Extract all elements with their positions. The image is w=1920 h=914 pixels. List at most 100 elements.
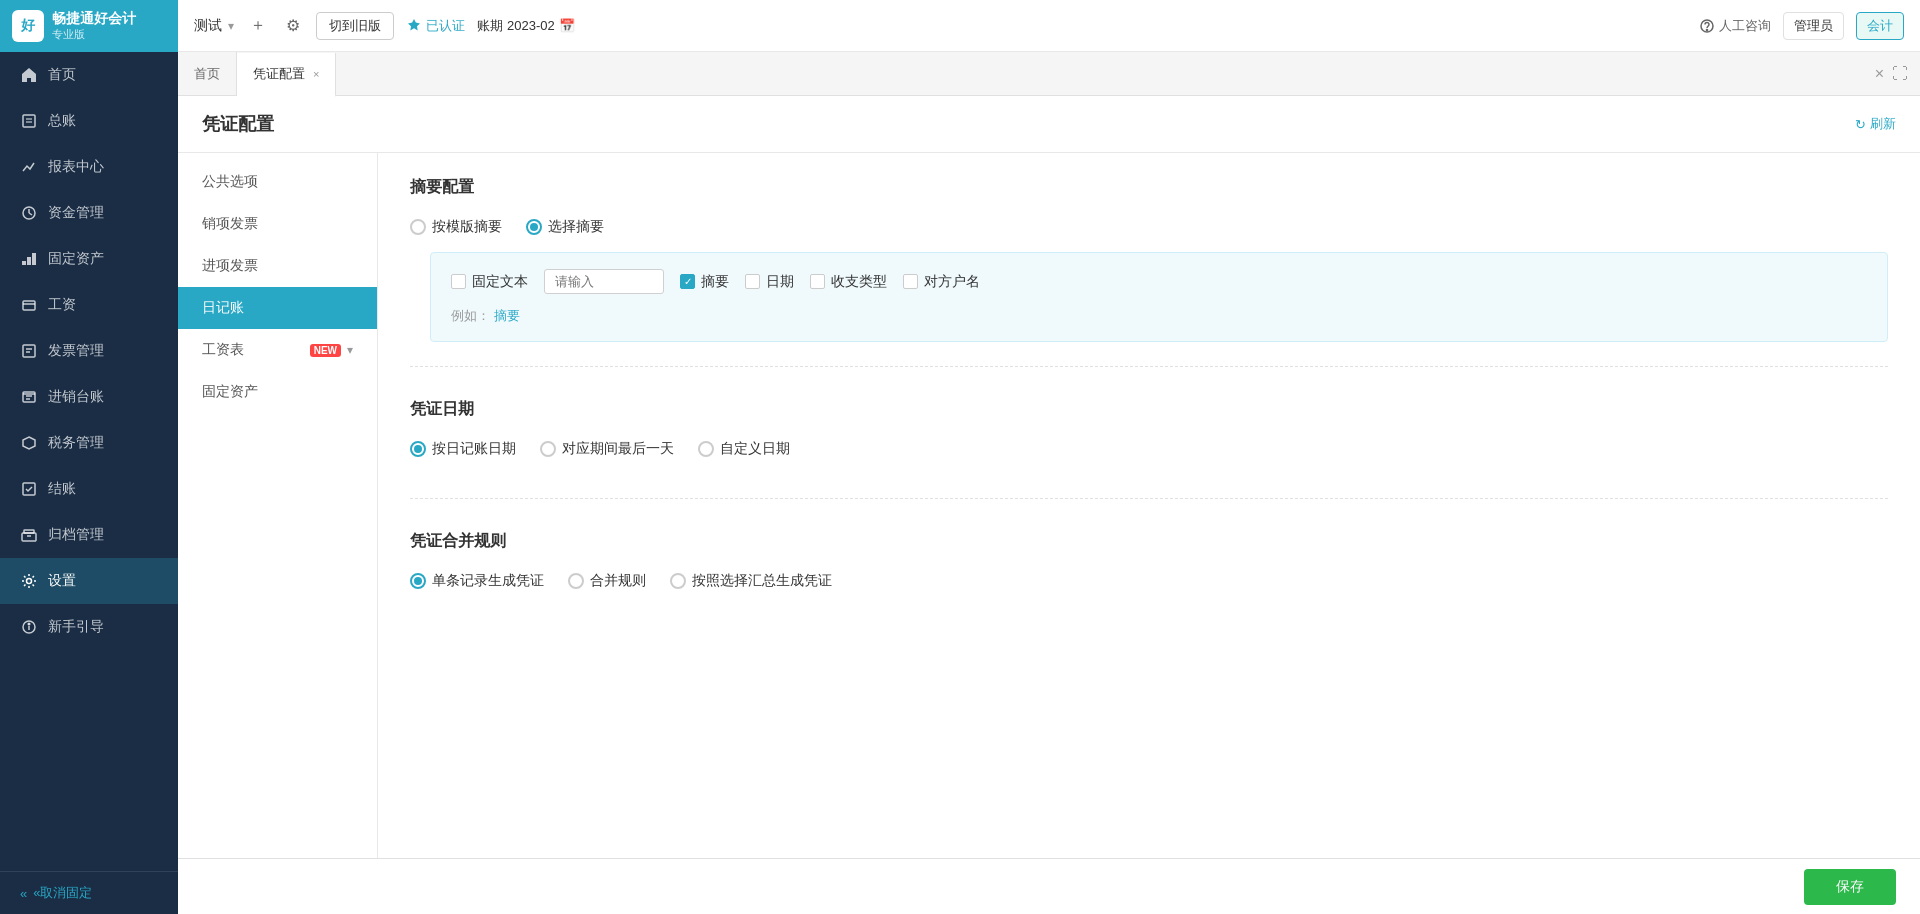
left-nav-item-public[interactable]: 公共选项 (178, 161, 377, 203)
save-button[interactable]: 保存 (1804, 869, 1896, 905)
sidebar-item-trade[interactable]: 进销台账 (0, 374, 178, 420)
merge-radio-rule[interactable]: 合并规则 (568, 572, 646, 590)
date-radio-custom[interactable]: 自定义日期 (698, 440, 790, 458)
left-nav-item-purchase-invoice[interactable]: 进项发票 (178, 245, 377, 287)
sidebar-item-fund[interactable]: 资金管理 (0, 190, 178, 236)
sidebar-pin-toggle[interactable]: « «取消固定 (0, 871, 178, 914)
old-version-button[interactable]: 切到旧版 (316, 12, 394, 40)
svg-line-5 (29, 213, 32, 215)
period-display: 账期 2023-02 📅 (477, 17, 575, 35)
left-nav-item-sales-invoice[interactable]: 销项发票 (178, 203, 377, 245)
fund-icon (20, 204, 38, 222)
checkbox-date-box (745, 274, 760, 289)
sidebar-item-label: 税务管理 (48, 434, 104, 452)
project-chevron-icon[interactable]: ▾ (228, 19, 234, 33)
add-project-icon[interactable]: ＋ (246, 11, 270, 40)
sidebar-item-guide[interactable]: 新手引导 (0, 604, 178, 650)
sidebar-item-ledger[interactable]: 总账 (0, 98, 178, 144)
tab-voucher-label: 凭证配置 (253, 65, 305, 83)
checkbox-income-type-box (810, 274, 825, 289)
left-nav-item-payroll[interactable]: 工资表 NEW ▾ (178, 329, 377, 371)
date-radio-journal[interactable]: 按日记账日期 (410, 440, 516, 458)
sidebar-item-home[interactable]: 首页 (0, 52, 178, 98)
accountant-button[interactable]: 会计 (1856, 12, 1904, 40)
save-bar: 保存 (178, 858, 1920, 914)
checkbox-counterparty[interactable]: 对方户名 (903, 273, 980, 291)
refresh-button[interactable]: ↻ 刷新 (1855, 115, 1896, 133)
left-nav-item-journal[interactable]: 日记账 (178, 287, 377, 329)
tab-close-icon[interactable]: × (313, 68, 319, 80)
sidebar-item-asset[interactable]: 固定资产 (0, 236, 178, 282)
sidebar-item-report[interactable]: 报表中心 (0, 144, 178, 190)
fixed-text-input[interactable] (544, 269, 664, 294)
example-prefix: 例如： (451, 308, 490, 323)
invoice-icon (20, 342, 38, 360)
merge-radio-summary[interactable]: 按照选择汇总生成凭证 (670, 572, 832, 590)
summary-example: 例如： 摘要 (451, 306, 1867, 325)
sidebar-item-settings[interactable]: 设置 (0, 558, 178, 604)
checkbox-date[interactable]: 日期 (745, 273, 794, 291)
main-content: 凭证配置 ↻ 刷新 公共选项 销项发票 进项发票 日记账 工资表 (178, 96, 1920, 914)
content-area: 公共选项 销项发票 进项发票 日记账 工资表 NEW ▾ (178, 153, 1920, 914)
sidebar-item-label: 资金管理 (48, 204, 104, 222)
sidebar: 好 畅捷通好会计 专业版 首页 总账 报表中心 (0, 0, 178, 914)
svg-rect-8 (32, 253, 36, 265)
sidebar-item-label: 新手引导 (48, 618, 104, 636)
tabbar: 首页 凭证配置 × × ⛶ (178, 52, 1920, 96)
summary-radio-template[interactable]: 按模版摘要 (410, 218, 502, 236)
sidebar-item-tax[interactable]: 税务管理 (0, 420, 178, 466)
expand-icon[interactable]: ⛶ (1892, 65, 1908, 83)
home-icon (20, 66, 38, 84)
app-logo-sub: 专业版 (52, 27, 136, 42)
merge-radio-single-label: 单条记录生成凭证 (432, 572, 544, 590)
checkbox-income-type[interactable]: 收支类型 (810, 273, 887, 291)
close-accounts-icon (20, 480, 38, 498)
summary-config-box: 固定文本 ✓ 摘要 日期 (430, 252, 1888, 342)
settings-topbar-icon[interactable]: ⚙ (282, 12, 304, 39)
sidebar-item-salary[interactable]: 工资 (0, 282, 178, 328)
sidebar-item-label: 归档管理 (48, 526, 104, 544)
date-radio-period-end-circle (540, 441, 556, 457)
checkbox-counterparty-label: 对方户名 (924, 273, 980, 291)
date-radio-period-end[interactable]: 对应期间最后一天 (540, 440, 674, 458)
svg-rect-21 (24, 530, 34, 533)
trade-icon (20, 388, 38, 406)
tax-icon (20, 434, 38, 452)
sidebar-item-label: 总账 (48, 112, 76, 130)
sidebar-item-close-accounts[interactable]: 结账 (0, 466, 178, 512)
checkbox-fixed-text[interactable]: 固定文本 (451, 273, 528, 291)
date-radio-journal-circle (410, 441, 426, 457)
close-tab-icon[interactable]: × (1875, 65, 1884, 83)
calendar-icon[interactable]: 📅 (559, 18, 575, 33)
left-nav: 公共选项 销项发票 进项发票 日记账 工资表 NEW ▾ (178, 153, 378, 914)
sidebar-item-label: 固定资产 (48, 250, 104, 268)
new-badge: NEW (310, 344, 341, 357)
section-merge-title: 凭证合并规则 (410, 531, 1888, 552)
certified-badge: 已认证 (406, 17, 465, 35)
checkbox-date-label: 日期 (766, 273, 794, 291)
right-panel: 摘要配置 按模版摘要 选择摘要 (378, 153, 1920, 914)
pin-icon: « (20, 886, 27, 901)
sidebar-item-label: 报表中心 (48, 158, 104, 176)
date-radio-period-end-label: 对应期间最后一天 (562, 440, 674, 458)
merge-radio-single[interactable]: 单条记录生成凭证 (410, 572, 544, 590)
example-value: 摘要 (494, 308, 520, 323)
left-nav-item-fixed-assets[interactable]: 固定资产 (178, 371, 377, 413)
sidebar-nav: 首页 总账 报表中心 资金管理 固定资产 (0, 52, 178, 871)
archive-icon (20, 526, 38, 544)
guide-icon (20, 618, 38, 636)
tab-home[interactable]: 首页 (178, 52, 237, 96)
checkbox-summary-box: ✓ (680, 274, 695, 289)
svg-point-23 (27, 579, 32, 584)
checkbox-summary[interactable]: ✓ 摘要 (680, 273, 729, 291)
pin-label: «取消固定 (33, 884, 92, 902)
consult-button[interactable]: 人工咨询 (1699, 17, 1771, 35)
refresh-label: 刷新 (1870, 115, 1896, 133)
app-logo-icon: 好 (12, 10, 44, 42)
summary-radio-select[interactable]: 选择摘要 (526, 218, 604, 236)
sidebar-item-invoice[interactable]: 发票管理 (0, 328, 178, 374)
tab-voucher-config[interactable]: 凭证配置 × (237, 53, 336, 97)
sidebar-item-archive[interactable]: 归档管理 (0, 512, 178, 558)
date-radio-journal-label: 按日记账日期 (432, 440, 516, 458)
admin-button[interactable]: 管理员 (1783, 12, 1844, 40)
